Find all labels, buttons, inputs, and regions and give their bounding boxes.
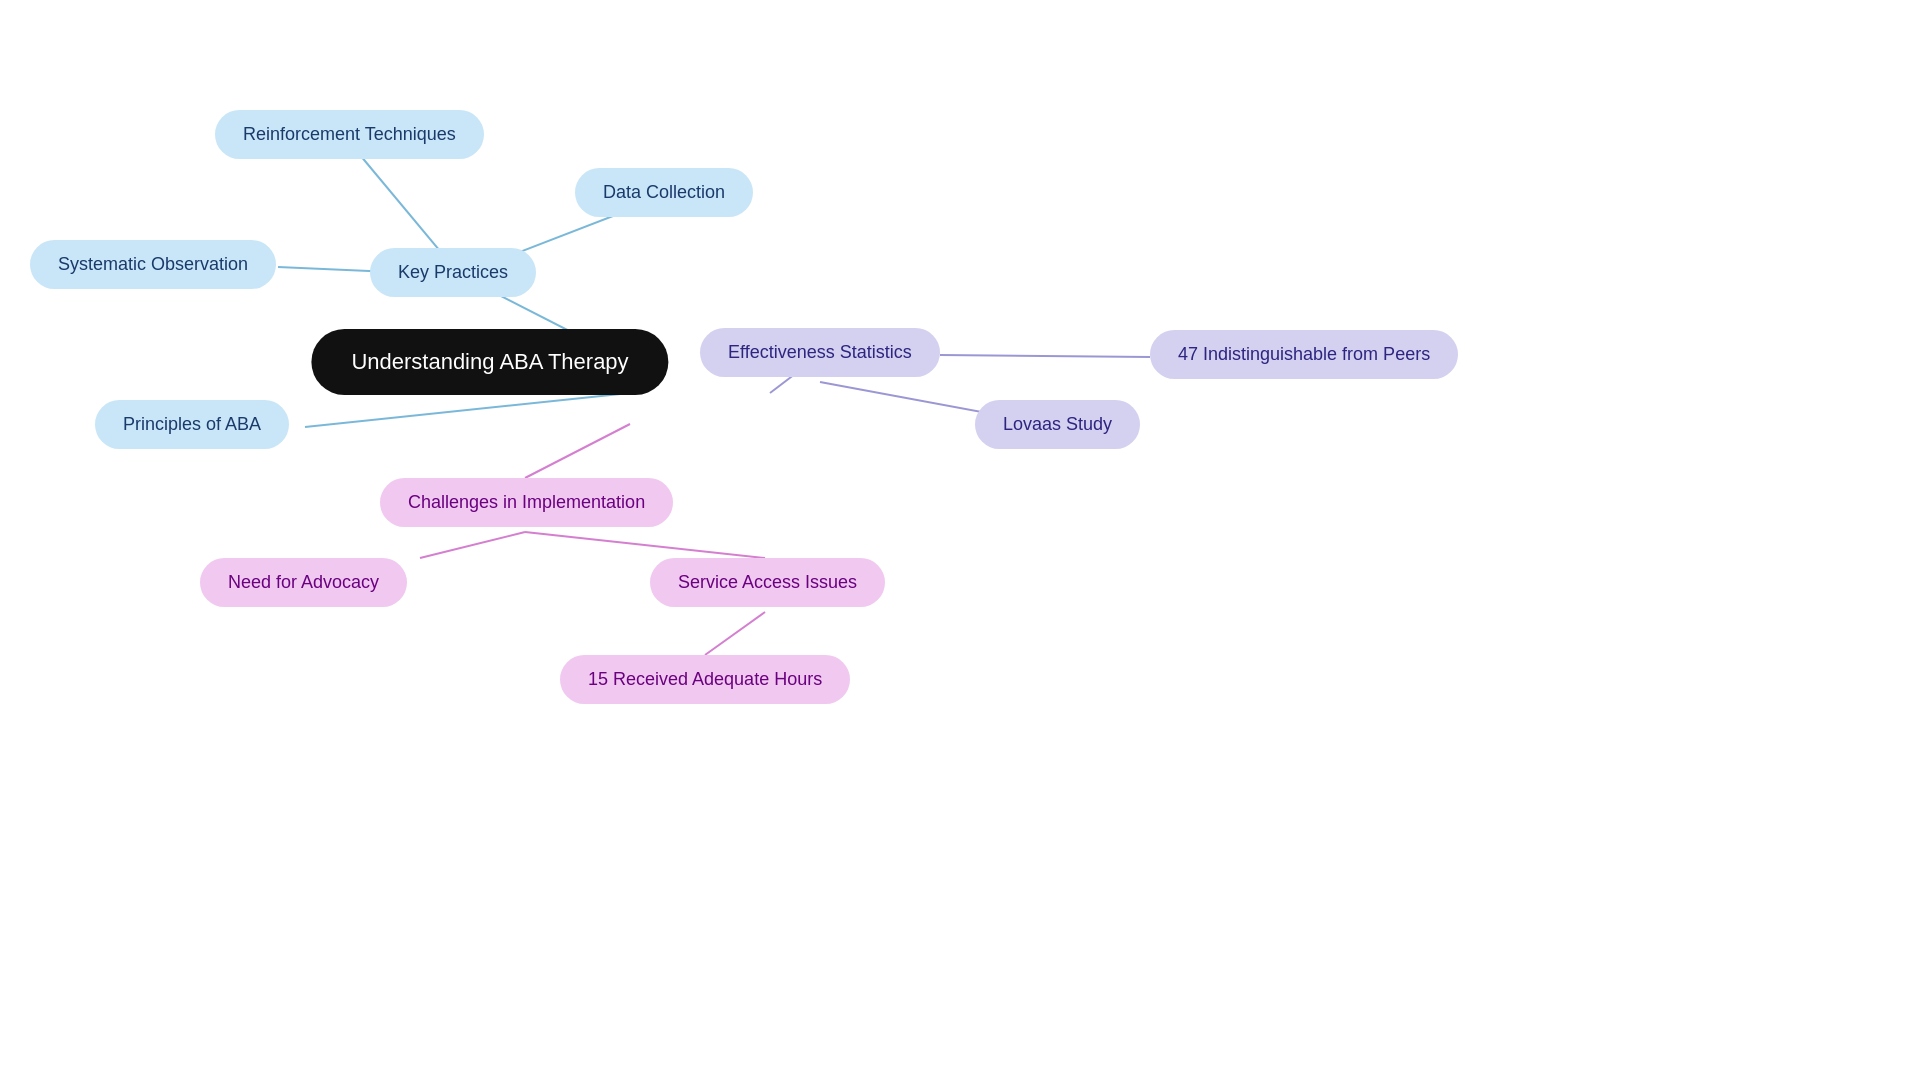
svg-line-7 bbox=[940, 355, 1150, 357]
indistinguishable-from-peers-node[interactable]: 47 Indistinguishable from Peers bbox=[1150, 330, 1458, 379]
lovaas-study-node[interactable]: Lovaas Study bbox=[975, 400, 1140, 449]
received-adequate-hours-node[interactable]: 15 Received Adequate Hours bbox=[560, 655, 850, 704]
systematic-observation-node[interactable]: Systematic Observation bbox=[30, 240, 276, 289]
svg-line-10 bbox=[525, 532, 765, 558]
need-for-advocacy-node[interactable]: Need for Advocacy bbox=[200, 558, 407, 607]
effectiveness-statistics-node[interactable]: Effectiveness Statistics bbox=[700, 328, 940, 377]
svg-line-11 bbox=[705, 612, 765, 655]
center-node[interactable]: Understanding ABA Therapy bbox=[311, 329, 668, 395]
svg-line-9 bbox=[420, 532, 525, 558]
key-practices-node[interactable]: Key Practices bbox=[370, 248, 536, 297]
svg-line-4 bbox=[305, 393, 630, 427]
svg-line-8 bbox=[525, 424, 630, 478]
reinforcement-techniques-node[interactable]: Reinforcement Techniques bbox=[215, 110, 484, 159]
service-access-issues-node[interactable]: Service Access Issues bbox=[650, 558, 885, 607]
challenges-in-implementation-node[interactable]: Challenges in Implementation bbox=[380, 478, 673, 527]
principles-of-aba-node[interactable]: Principles of ABA bbox=[95, 400, 289, 449]
data-collection-node[interactable]: Data Collection bbox=[575, 168, 753, 217]
